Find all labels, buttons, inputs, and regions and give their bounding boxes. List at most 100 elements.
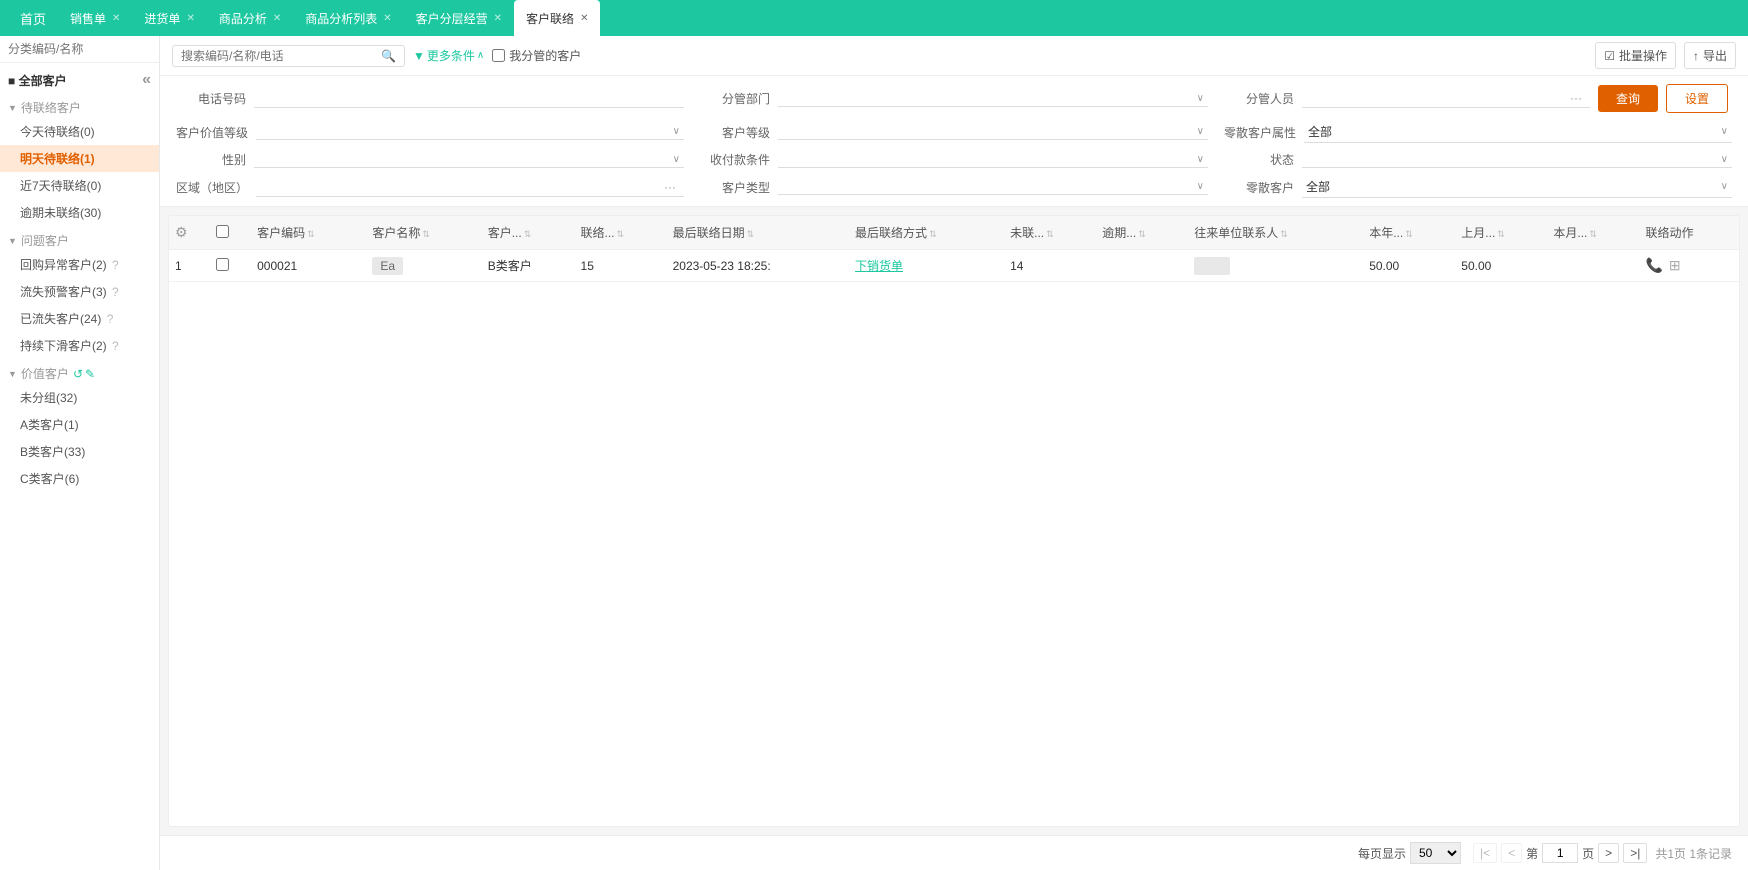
sidebar-item-today-contact[interactable]: 今天待联络(0): [0, 118, 159, 145]
search-input[interactable]: [181, 49, 381, 63]
nav-tab-product-analysis[interactable]: 商品分析 ✕: [207, 0, 293, 36]
sidebar-group-pending[interactable]: 待联络客户: [0, 93, 159, 118]
filter-customer-grade-select[interactable]: ∨: [778, 124, 1208, 140]
filter-status-select[interactable]: ∨: [1302, 152, 1732, 168]
close-customer-strat-tab[interactable]: ✕: [494, 13, 502, 24]
th-type[interactable]: 客户...⇅: [482, 216, 575, 250]
edit-value-icon[interactable]: ✎: [85, 367, 95, 381]
page-size-select[interactable]: 50 100 200: [1410, 842, 1461, 864]
th-last-contact-date[interactable]: 最后联络日期⇅: [667, 216, 849, 250]
status-chevron: ∨: [1721, 154, 1728, 165]
batch-op-btn[interactable]: ☑ 批量操作: [1595, 42, 1676, 69]
close-product-analysis-list-tab[interactable]: ✕: [383, 13, 391, 24]
nav-home[interactable]: 首页: [8, 0, 58, 36]
filter-region: 区域（地区） ···: [176, 176, 684, 198]
th-last-contact-method[interactable]: 最后联络方式⇅: [849, 216, 1004, 250]
sidebar-group-problem[interactable]: 问题客户: [0, 226, 159, 251]
sidebar-item-declining[interactable]: 持续下滑客户(2) ?: [0, 332, 159, 359]
prev-page-btn[interactable]: <: [1501, 843, 1522, 863]
select-all-checkbox[interactable]: [216, 225, 229, 238]
sidebar-item-7days-contact[interactable]: 近7天待联络(0): [0, 172, 159, 199]
filter-customer-grade-label: 客户等级: [700, 124, 770, 141]
sidebar-all-customers[interactable]: ■ 全部客户 «: [0, 63, 159, 93]
th-this-month[interactable]: 本月...⇅: [1547, 216, 1639, 250]
last-contact-method-link[interactable]: 下销货单: [855, 259, 903, 273]
filter-retail-attr-select[interactable]: 全部 ∨: [1304, 121, 1732, 143]
sidebar-item-b-class[interactable]: B类客户(33): [0, 438, 159, 465]
more-filters-btn[interactable]: ▼ 更多条件 ∧: [413, 47, 484, 64]
total-info: 共1页 1条记录: [1655, 845, 1732, 862]
export-btn[interactable]: ↑ 导出: [1684, 42, 1736, 69]
filter-customer-type-label: 客户类型: [700, 179, 770, 196]
my-customers-checkbox-wrap[interactable]: 我分管的客户: [492, 47, 581, 64]
filter-branch-person-select[interactable]: ···: [1302, 89, 1590, 108]
td-checkbox[interactable]: [210, 250, 251, 282]
th-this-year[interactable]: 本年...⇅: [1363, 216, 1455, 250]
th-overdue[interactable]: 逾期...⇅: [1096, 216, 1188, 250]
sidebar-item-c-class[interactable]: C类客户(6): [0, 465, 159, 492]
column-settings-icon[interactable]: ⚙: [175, 224, 188, 240]
page-number-input[interactable]: [1542, 843, 1578, 863]
first-page-btn[interactable]: |<: [1473, 843, 1497, 863]
sidebar-item-overdue-contact[interactable]: 逾期未联络(30): [0, 199, 159, 226]
filter-retail-customer-select[interactable]: 全部 ∨: [1302, 176, 1732, 198]
th-name[interactable]: 客户名称⇅: [366, 216, 481, 250]
th-no-contact-days[interactable]: 未联...⇅: [1004, 216, 1096, 250]
phone-action-icon[interactable]: 📞: [1645, 257, 1662, 274]
th-contact-person[interactable]: 往来单位联系人⇅: [1188, 216, 1363, 250]
th-checkbox[interactable]: [210, 216, 251, 250]
filter-branch-dept: 分管部门 ∨: [700, 84, 1208, 113]
nav-tab-product-analysis-list[interactable]: 商品分析列表 ✕: [293, 0, 403, 36]
sidebar-item-churned[interactable]: 已流失客户(24) ?: [0, 305, 159, 332]
export-icon: ↑: [1693, 49, 1699, 63]
th-contact-count[interactable]: 联络...⇅: [575, 216, 667, 250]
region-ellipsis[interactable]: ···: [660, 180, 680, 194]
refresh-value-icon[interactable]: ↺: [73, 367, 83, 381]
sidebar-search-input[interactable]: [8, 42, 160, 56]
my-customers-checkbox[interactable]: [492, 49, 505, 62]
nav-tab-customer-contact[interactable]: 客户联络 ✕: [514, 0, 600, 36]
last-page-btn[interactable]: >|: [1623, 843, 1647, 863]
sidebar-item-repurchase-anomaly[interactable]: 回购异常客户(2) ?: [0, 251, 159, 278]
settings-button[interactable]: 设置: [1666, 84, 1728, 113]
data-table: ⚙ 客户编码⇅ 客户名称⇅ 客户...⇅ 联络...⇅ 最后联络日期⇅ 最后联络…: [169, 216, 1739, 282]
filter-retail-customer-label: 零散客户: [1224, 179, 1294, 196]
nav-tab-purchase[interactable]: 进货单 ✕: [132, 0, 206, 36]
grid-action-icon[interactable]: ⊞: [1669, 257, 1681, 274]
close-customer-contact-tab[interactable]: ✕: [580, 13, 588, 24]
nav-tab-sales[interactable]: 销售单 ✕: [58, 0, 132, 36]
filter-customer-type: 客户类型 ∨: [700, 176, 1208, 198]
sidebar-item-a-class[interactable]: A类客户(1): [0, 411, 159, 438]
td-actions: 📞 ⊞: [1639, 250, 1739, 282]
branch-person-ellipsis[interactable]: ···: [1566, 91, 1586, 105]
next-page-btn[interactable]: >: [1598, 843, 1619, 863]
th-code[interactable]: 客户编码⇅: [251, 216, 366, 250]
search-submit-icon[interactable]: 🔍: [381, 49, 396, 63]
sidebar-collapse-icon[interactable]: «: [142, 71, 151, 89]
sidebar-item-ungrouped[interactable]: 未分组(32): [0, 384, 159, 411]
filter-payment-select[interactable]: ∨: [778, 152, 1208, 168]
filter-customer-type-select[interactable]: ∨: [778, 179, 1208, 195]
filter-phone-input[interactable]: [254, 89, 684, 108]
filter-retail-attr-label: 零散客户属性: [1224, 124, 1296, 141]
sidebar: 🔍 ■ 全部客户 « 待联络客户 今天待联络(0) 明天待联络(1) 近7天待联…: [0, 36, 160, 870]
query-button[interactable]: 查询: [1598, 85, 1658, 112]
row-checkbox[interactable]: [216, 258, 229, 271]
td-index: 1: [169, 250, 210, 282]
filter-customer-value-select[interactable]: ∨: [256, 124, 684, 140]
td-type: B类客户: [482, 250, 575, 282]
th-last-month[interactable]: 上月...⇅: [1455, 216, 1547, 250]
filter-region-select[interactable]: ···: [256, 178, 684, 197]
filter-branch-dept-select[interactable]: ∨: [778, 91, 1208, 107]
close-sales-tab[interactable]: ✕: [112, 13, 120, 24]
sidebar-search-wrap: 🔍: [0, 36, 159, 63]
close-purchase-tab[interactable]: ✕: [186, 13, 194, 24]
sidebar-item-tomorrow-contact[interactable]: 明天待联络(1): [0, 145, 159, 172]
close-product-analysis-tab[interactable]: ✕: [273, 13, 281, 24]
filter-gender-select[interactable]: ∨: [254, 152, 684, 168]
main-layout: 🔍 ■ 全部客户 « 待联络客户 今天待联络(0) 明天待联络(1) 近7天待联…: [0, 36, 1748, 870]
sidebar-group-value[interactable]: 价值客户 ↺ ✎: [0, 359, 159, 384]
sidebar-item-churn-warning[interactable]: 流失预警客户(3) ?: [0, 278, 159, 305]
nav-tab-customer-stratification[interactable]: 客户分层经营 ✕: [404, 0, 514, 36]
th-gear[interactable]: ⚙: [169, 216, 210, 250]
